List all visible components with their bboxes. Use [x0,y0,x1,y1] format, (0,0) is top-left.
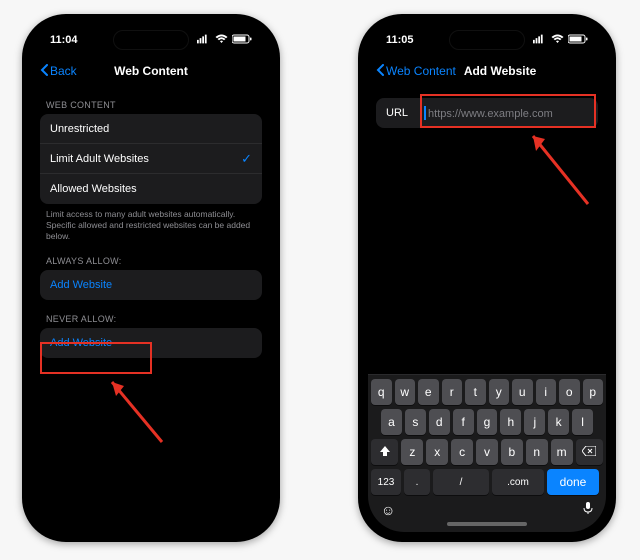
option-limit-adult[interactable]: Limit Adult Websites ✓ [40,144,262,174]
chevron-left-icon [376,64,384,79]
status-time: 11:04 [50,34,78,46]
keyboard-row-3: z x c v b n m [371,439,603,465]
wifi-icon [215,34,228,47]
keyboard-row-1: q w e r t y u i o p [371,379,603,405]
key-slash[interactable]: / [433,469,489,495]
annotation-arrow [518,124,598,214]
key-w[interactable]: w [395,379,416,405]
key-shift[interactable] [371,439,398,465]
add-website-label: Add Website [50,279,112,291]
key-b[interactable]: b [501,439,523,465]
dynamic-island [113,30,189,50]
mic-icon[interactable] [583,501,593,518]
page-title: Add Website [464,64,536,78]
add-website-label: Add Website [50,337,112,349]
checkmark-icon: ✓ [241,151,252,167]
url-label: URL [386,107,408,119]
battery-icon [232,34,252,47]
key-t[interactable]: t [465,379,486,405]
key-v[interactable]: v [476,439,498,465]
key-d[interactable]: d [429,409,450,435]
url-input[interactable]: https://www.example.com [424,106,588,120]
shift-icon [379,445,391,460]
key-e[interactable]: e [418,379,439,405]
keyboard: q w e r t y u i o p a s d f g h j k l [368,374,606,532]
key-backspace[interactable] [576,439,603,465]
option-unrestricted[interactable]: Unrestricted [40,114,262,144]
key-l[interactable]: l [572,409,593,435]
key-o[interactable]: o [559,379,580,405]
emoji-icon[interactable]: ☺ [381,502,395,518]
page-title: Web Content [114,64,188,78]
section-footer: Limit access to many adult websites auto… [32,204,270,242]
wifi-icon [551,34,564,47]
backspace-icon [582,445,596,459]
text-cursor [424,106,426,120]
url-field-row[interactable]: URL https://www.example.com [376,98,598,128]
web-content-options: Unrestricted Limit Adult Websites ✓ Allo… [40,114,262,204]
phone-web-content: 11:04 Back Web Content [22,14,280,542]
section-header-webcontent: WEB CONTENT [32,86,270,114]
back-button[interactable]: Back [40,64,77,79]
home-indicator[interactable] [447,522,527,526]
key-numbers[interactable]: 123 [371,469,401,495]
back-label: Back [50,64,77,78]
key-k[interactable]: k [548,409,569,435]
key-h[interactable]: h [500,409,521,435]
key-period[interactable]: . [404,469,430,495]
key-a[interactable]: a [381,409,402,435]
battery-icon [568,34,588,47]
annotation-arrow [102,372,172,452]
dynamic-island [449,30,525,50]
add-website-never-button[interactable]: Add Website [40,328,262,358]
chevron-left-icon [40,64,48,79]
never-allow-list: Add Website [40,328,262,358]
key-z[interactable]: z [401,439,423,465]
option-label: Unrestricted [50,123,109,135]
option-label: Allowed Websites [50,183,137,195]
key-r[interactable]: r [442,379,463,405]
key-x[interactable]: x [426,439,448,465]
key-g[interactable]: g [477,409,498,435]
back-label: Web Content [386,64,456,78]
key-q[interactable]: q [371,379,392,405]
signal-icon [197,34,211,47]
key-f[interactable]: f [453,409,474,435]
key-done[interactable]: done [547,469,599,495]
option-label: Limit Adult Websites [50,153,149,165]
always-allow-list: Add Website [40,270,262,300]
add-website-always-button[interactable]: Add Website [40,270,262,300]
section-header-never: NEVER ALLOW: [32,300,270,328]
status-time: 11:05 [386,34,414,46]
key-c[interactable]: c [451,439,473,465]
key-u[interactable]: u [512,379,533,405]
navbar: Back Web Content [32,56,270,86]
url-placeholder: https://www.example.com [428,108,553,120]
signal-icon [533,34,547,47]
navbar: Web Content Add Website [368,56,606,86]
section-header-always: ALWAYS ALLOW: [32,242,270,270]
key-n[interactable]: n [526,439,548,465]
key-j[interactable]: j [524,409,545,435]
key-s[interactable]: s [405,409,426,435]
keyboard-row-2: a s d f g h j k l [371,409,603,435]
key-m[interactable]: m [551,439,573,465]
phone-add-website: 11:05 Web Content Add Website [358,14,616,542]
key-i[interactable]: i [536,379,557,405]
key-dotcom[interactable]: .com [492,469,544,495]
keyboard-row-4: 123 . / .com done [371,469,603,495]
key-p[interactable]: p [583,379,604,405]
option-allowed-only[interactable]: Allowed Websites [40,174,262,204]
back-button[interactable]: Web Content [376,64,456,79]
key-y[interactable]: y [489,379,510,405]
